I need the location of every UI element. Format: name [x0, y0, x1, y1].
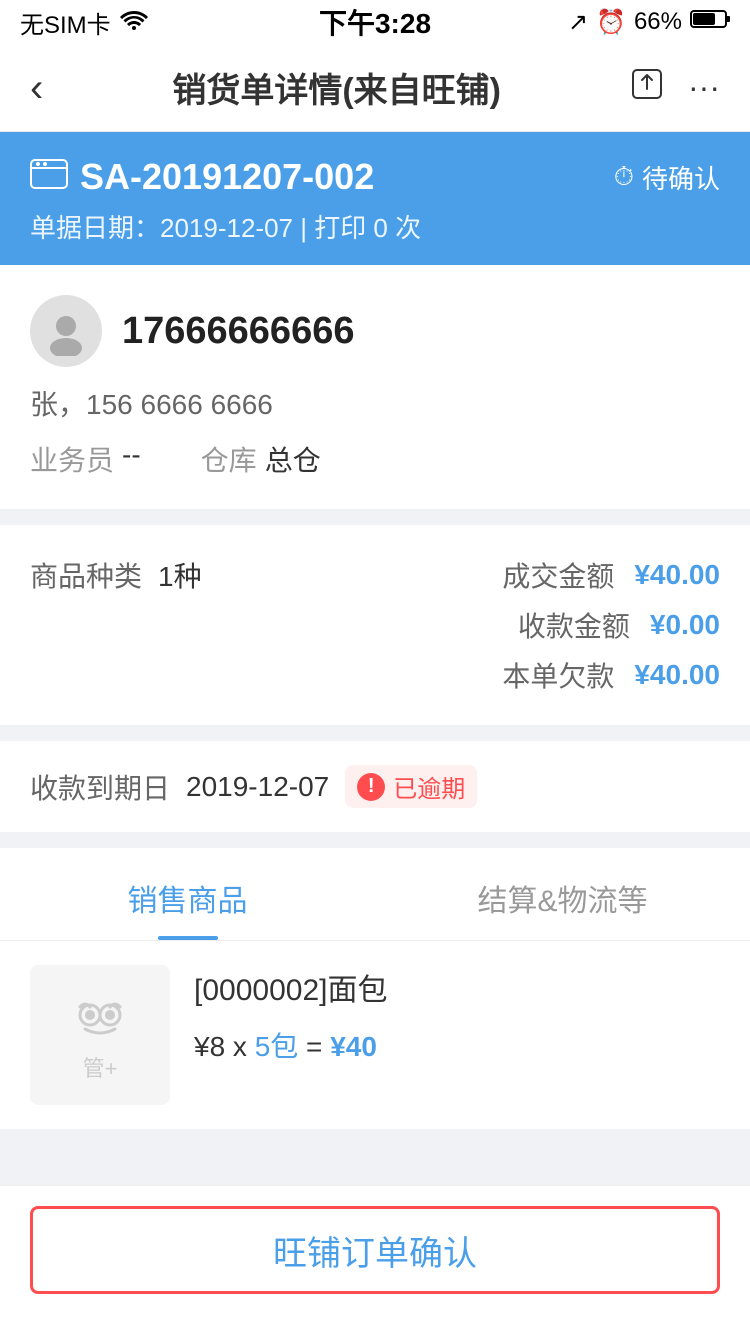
product-item: 管+ [0000002]面包 ¥8 x 5包 = ¥40	[30, 965, 720, 1105]
nav-actions: ···	[630, 67, 720, 109]
status-right: ↗ ⏰ 66%	[568, 8, 730, 37]
product-price-line: ¥8 x 5包 = ¥40	[194, 1025, 720, 1065]
price-qty: 5包	[255, 1031, 299, 1062]
product-name: [0000002]面包	[194, 965, 720, 1009]
customer-meta: 业务员 -- 仓库 总仓	[30, 439, 720, 479]
customer-section: 17666666666 张，156 6666 6666 业务员 -- 仓库 总仓	[0, 265, 750, 509]
status-left: 无SIM卡	[20, 5, 149, 40]
status-bar: 无SIM卡 下午3:28 ↗ ⏰ 66%	[0, 0, 750, 44]
received-amount-value: ¥0.00	[650, 609, 720, 641]
order-date: 单据日期：2019-12-07 | 打印 0 次	[30, 208, 720, 245]
price-text: ¥8 x	[194, 1031, 255, 1062]
overdue-text: 已逾期	[393, 769, 465, 804]
avatar	[30, 295, 102, 367]
warehouse-field: 仓库 总仓	[201, 439, 321, 479]
product-logo: 管+	[60, 987, 140, 1083]
tab-underline	[158, 936, 218, 940]
alarm-icon: ⏰	[596, 8, 626, 37]
tab-products[interactable]: 销售商品	[0, 848, 375, 940]
overdue-icon: !	[357, 773, 385, 801]
product-types-label: 商品种类	[30, 555, 142, 595]
owed-amount-label: 本单欠款	[502, 655, 614, 695]
tab-settlement[interactable]: 结算&物流等	[375, 848, 750, 940]
product-types: 商品种类 1种	[30, 555, 202, 595]
battery-text: 66%	[634, 8, 682, 36]
salesperson-value: --	[122, 439, 141, 479]
warehouse-label: 仓库	[201, 439, 257, 479]
amount-summary: 成交金额 ¥40.00 收款金额 ¥0.00 本单欠款 ¥40.00	[502, 555, 720, 695]
tabs-bar: 销售商品 结算&物流等	[0, 848, 750, 941]
deal-amount-row: 成交金额 ¥40.00	[502, 555, 720, 595]
salesperson-field: 业务员 --	[30, 439, 141, 479]
order-status: ⏱ 待确认	[614, 159, 720, 196]
order-header: SA-20191207-002 ⏱ 待确认 单据日期：2019-12-07 | …	[0, 132, 750, 265]
owed-amount-row: 本单欠款 ¥40.00	[502, 655, 720, 695]
share-icon[interactable]	[630, 67, 664, 109]
wifi-icon	[119, 8, 149, 37]
product-types-value: 1种	[158, 555, 202, 595]
order-icon	[30, 156, 68, 198]
location-icon: ↗	[568, 8, 588, 37]
back-button[interactable]: ‹	[30, 68, 43, 108]
order-id: SA-20191207-002	[30, 156, 374, 198]
customer-name: 张，156 6666 6666	[30, 383, 720, 423]
confirm-button[interactable]: 旺铺订单确认	[30, 1206, 720, 1294]
salesperson-label: 业务员	[30, 439, 114, 479]
deal-amount-value: ¥40.00	[634, 559, 720, 591]
battery-icon	[690, 8, 730, 37]
nav-bar: ‹ 销货单详情(来自旺铺) ···	[0, 44, 750, 132]
status-time: 下午3:28	[319, 2, 431, 42]
product-list: 管+ [0000002]面包 ¥8 x 5包 = ¥40	[0, 941, 750, 1129]
due-section: 收款到期日 2019-12-07 ! 已逾期	[0, 741, 750, 832]
tabs-section: 销售商品 结算&物流等	[0, 848, 750, 941]
summary-section: 商品种类 1种 成交金额 ¥40.00 收款金额 ¥0.00 本单欠款 ¥40.…	[0, 525, 750, 725]
due-date-value: 2019-12-07	[186, 771, 329, 803]
status-time-icon: ⏱	[614, 161, 634, 193]
page-title: 销货单详情(来自旺铺)	[172, 63, 501, 112]
price-total: ¥40	[330, 1031, 377, 1062]
bottom-action: 旺铺订单确认	[0, 1185, 750, 1334]
received-amount-row: 收款金额 ¥0.00	[518, 605, 720, 645]
due-date-label: 收款到期日	[30, 767, 170, 807]
overdue-badge: ! 已逾期	[345, 765, 477, 808]
equals-text: =	[298, 1031, 330, 1062]
owed-amount-value: ¥40.00	[634, 659, 720, 691]
received-amount-label: 收款金额	[518, 605, 630, 645]
customer-phone: 17666666666	[122, 310, 354, 353]
product-info: [0000002]面包 ¥8 x 5包 = ¥40	[194, 965, 720, 1065]
carrier-text: 无SIM卡	[20, 5, 111, 40]
more-icon[interactable]: ···	[688, 69, 720, 106]
deal-amount-label: 成交金额	[502, 555, 614, 595]
product-thumbnail: 管+	[30, 965, 170, 1105]
warehouse-value: 总仓	[265, 439, 321, 479]
